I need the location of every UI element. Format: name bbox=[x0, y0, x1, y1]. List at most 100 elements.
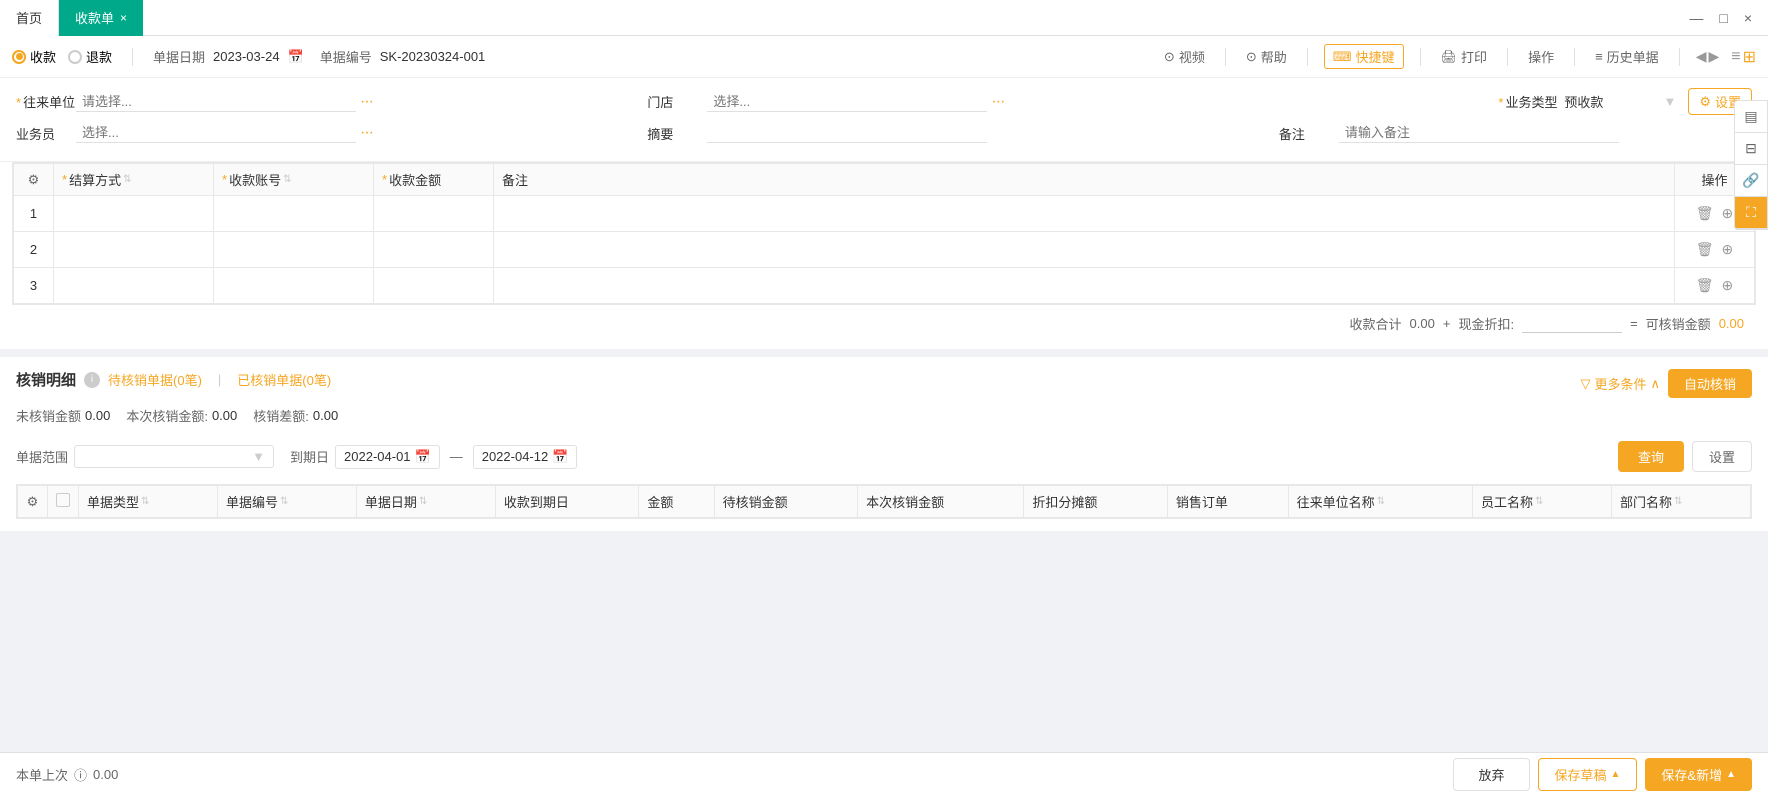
view-grid-icon[interactable]: ⊞ bbox=[1743, 47, 1756, 67]
th-partner-sort-icon[interactable]: ⇅ bbox=[1377, 496, 1385, 507]
rp-link-icon[interactable]: 🔗 bbox=[1735, 165, 1767, 197]
staff-more-icon[interactable]: ··· bbox=[360, 124, 373, 142]
chevron-up-icon: ∧ bbox=[1650, 376, 1660, 392]
discard-button[interactable]: 放弃 bbox=[1453, 758, 1529, 791]
current-verify-stat: 本次核销金额: 0.00 bbox=[126, 406, 237, 425]
video-button[interactable]: ⊙ 视频 bbox=[1160, 45, 1209, 68]
verify-settings-button[interactable]: 设置 bbox=[1692, 441, 1752, 472]
th-account: * 收款账号 ⇅ bbox=[214, 164, 374, 196]
bottom-next-info-icon[interactable]: ⓘ bbox=[74, 765, 87, 784]
maximize-button[interactable]: □ bbox=[1715, 8, 1731, 28]
partner-input[interactable] bbox=[76, 92, 356, 112]
save-new-button[interactable]: 保存&新增 ▲ bbox=[1645, 758, 1752, 791]
close-button[interactable]: × bbox=[1740, 8, 1756, 28]
note-input[interactable] bbox=[1339, 123, 1619, 143]
th-settings: ⚙ bbox=[14, 164, 54, 196]
biz-type-field: 业务类型 预收款 ▼ ⚙ 设置 bbox=[1279, 88, 1752, 115]
verify-title-row: 核销明细 i 待核销单据(0笔) | 已核销单据(0笔) bbox=[16, 369, 331, 390]
row-3-settle[interactable] bbox=[54, 268, 214, 304]
verify-info-icon[interactable]: i bbox=[84, 372, 100, 388]
history-label: 历史单据 bbox=[1607, 47, 1659, 66]
operation-button[interactable]: 操作 bbox=[1524, 45, 1558, 68]
nav-prev-icon[interactable]: ◀ bbox=[1696, 48, 1707, 65]
minimize-button[interactable]: — bbox=[1685, 8, 1707, 28]
radio-refund[interactable]: 退款 bbox=[68, 47, 112, 66]
auto-verify-button[interactable]: 自动核销 bbox=[1668, 369, 1752, 398]
store-input[interactable] bbox=[707, 92, 987, 112]
biz-type-dropdown-icon[interactable]: ▼ bbox=[1663, 94, 1676, 109]
history-button[interactable]: ≡ 历史单据 bbox=[1591, 45, 1663, 68]
query-button[interactable]: 查询 bbox=[1618, 441, 1684, 472]
row-1-copy-icon[interactable]: ⊕ bbox=[1722, 205, 1734, 222]
th-discount-label: 折扣分摊额 bbox=[1032, 495, 1097, 510]
row-2-delete-icon[interactable]: 🗑 bbox=[1696, 241, 1714, 258]
date-from-calendar-icon[interactable]: 📅 bbox=[415, 449, 431, 465]
store-label: 门店 bbox=[647, 92, 707, 111]
date-to-calendar-icon[interactable]: 📅 bbox=[552, 449, 568, 465]
row-1-account[interactable] bbox=[214, 196, 374, 232]
th-staff-sort-icon[interactable]: ⇅ bbox=[1535, 496, 1543, 507]
row-1-note[interactable] bbox=[494, 196, 1675, 232]
more-conditions-button[interactable]: ▽ 更多条件 ∧ bbox=[1580, 374, 1660, 393]
row-2-settle[interactable] bbox=[54, 232, 214, 268]
tab-bar: 首页 收款单 × — □ × bbox=[0, 0, 1768, 36]
th-date-sort-icon[interactable]: ⇅ bbox=[419, 496, 427, 507]
tab-receipt[interactable]: 收款单 × bbox=[59, 0, 143, 36]
row-2-account[interactable] bbox=[214, 232, 374, 268]
bottom-table-settings-icon[interactable]: ⚙ bbox=[27, 494, 39, 509]
range-label: 单据范围 bbox=[16, 447, 68, 466]
rp-table-icon[interactable]: ▤ bbox=[1735, 101, 1767, 133]
row-2-note[interactable] bbox=[494, 232, 1675, 268]
select-all-checkbox[interactable] bbox=[56, 493, 70, 507]
discount-input[interactable] bbox=[1522, 313, 1622, 333]
row-1-settle[interactable] bbox=[54, 196, 214, 232]
date-from-input[interactable]: 2022-04-01 📅 bbox=[335, 445, 440, 469]
rp-list-icon[interactable]: ⊟ bbox=[1735, 133, 1767, 165]
row-3-amount[interactable] bbox=[374, 268, 494, 304]
shortcut-icon: ⌨ bbox=[1333, 49, 1352, 65]
divider-3 bbox=[1307, 48, 1308, 66]
staff-label: 业务员 bbox=[16, 124, 76, 143]
staff-input[interactable] bbox=[76, 123, 356, 143]
row-2-copy-icon[interactable]: ⊕ bbox=[1722, 241, 1734, 258]
view-list-icon[interactable]: ≡ bbox=[1731, 48, 1740, 66]
date-to-input[interactable]: 2022-04-12 📅 bbox=[473, 445, 578, 469]
tab-home[interactable]: 首页 bbox=[0, 0, 59, 36]
radio-receipt[interactable]: 收款 bbox=[12, 47, 56, 66]
date-calendar-icon[interactable]: 📅 bbox=[288, 49, 304, 65]
plus-sign: + bbox=[1443, 316, 1451, 331]
draft-button[interactable]: 保存草稿 ▲ bbox=[1538, 758, 1638, 791]
row-3-delete-icon[interactable]: 🗑 bbox=[1696, 277, 1714, 294]
verify-tab-pending[interactable]: 待核销单据(0笔) bbox=[108, 370, 202, 389]
rp-expand-icon[interactable]: ⛶ bbox=[1735, 197, 1767, 229]
row-3-note[interactable] bbox=[494, 268, 1675, 304]
th-dept-sort-icon[interactable]: ⇅ bbox=[1674, 496, 1682, 507]
verify-tab-done[interactable]: 已核销单据(0笔) bbox=[237, 370, 331, 389]
th-settle-sort-icon[interactable]: ⇅ bbox=[123, 174, 131, 185]
table-settings-icon[interactable]: ⚙ bbox=[28, 172, 40, 187]
row-2-amount[interactable] bbox=[374, 232, 494, 268]
row-3-account[interactable] bbox=[214, 268, 374, 304]
partner-more-icon[interactable]: ··· bbox=[360, 93, 373, 111]
tab-close-icon[interactable]: × bbox=[120, 11, 127, 25]
row-3-copy-icon[interactable]: ⊕ bbox=[1722, 277, 1734, 294]
row-2-seq: 2 bbox=[14, 232, 54, 268]
help-button[interactable]: ⊙ 帮助 bbox=[1242, 45, 1291, 68]
th-op-label: 操作 bbox=[1701, 173, 1727, 188]
range-select[interactable]: ▼ bbox=[74, 445, 274, 468]
th-account-sort-icon[interactable]: ⇅ bbox=[283, 174, 291, 185]
row-1-delete-icon[interactable]: 🗑 bbox=[1696, 205, 1714, 222]
th-number: 单据编号 ⇅ bbox=[217, 486, 356, 518]
unverified-stat: 未核销金额 0.00 bbox=[16, 406, 110, 425]
store-more-icon[interactable]: ··· bbox=[991, 93, 1004, 111]
shortcut-button[interactable]: ⌨ 快捷键 bbox=[1324, 44, 1404, 69]
th-type-sort-icon[interactable]: ⇅ bbox=[141, 496, 149, 507]
summary-input[interactable] bbox=[707, 123, 987, 143]
th-number-sort-icon[interactable]: ⇅ bbox=[280, 496, 288, 507]
nav-next-icon[interactable]: ▶ bbox=[1708, 48, 1719, 65]
th-amount-bottom-label: 金额 bbox=[647, 495, 673, 510]
print-button[interactable]: 🖨 打印 bbox=[1437, 45, 1492, 68]
row-1-amount[interactable] bbox=[374, 196, 494, 232]
summary-field: 摘要 bbox=[647, 123, 1238, 143]
divider-2 bbox=[1225, 48, 1226, 66]
